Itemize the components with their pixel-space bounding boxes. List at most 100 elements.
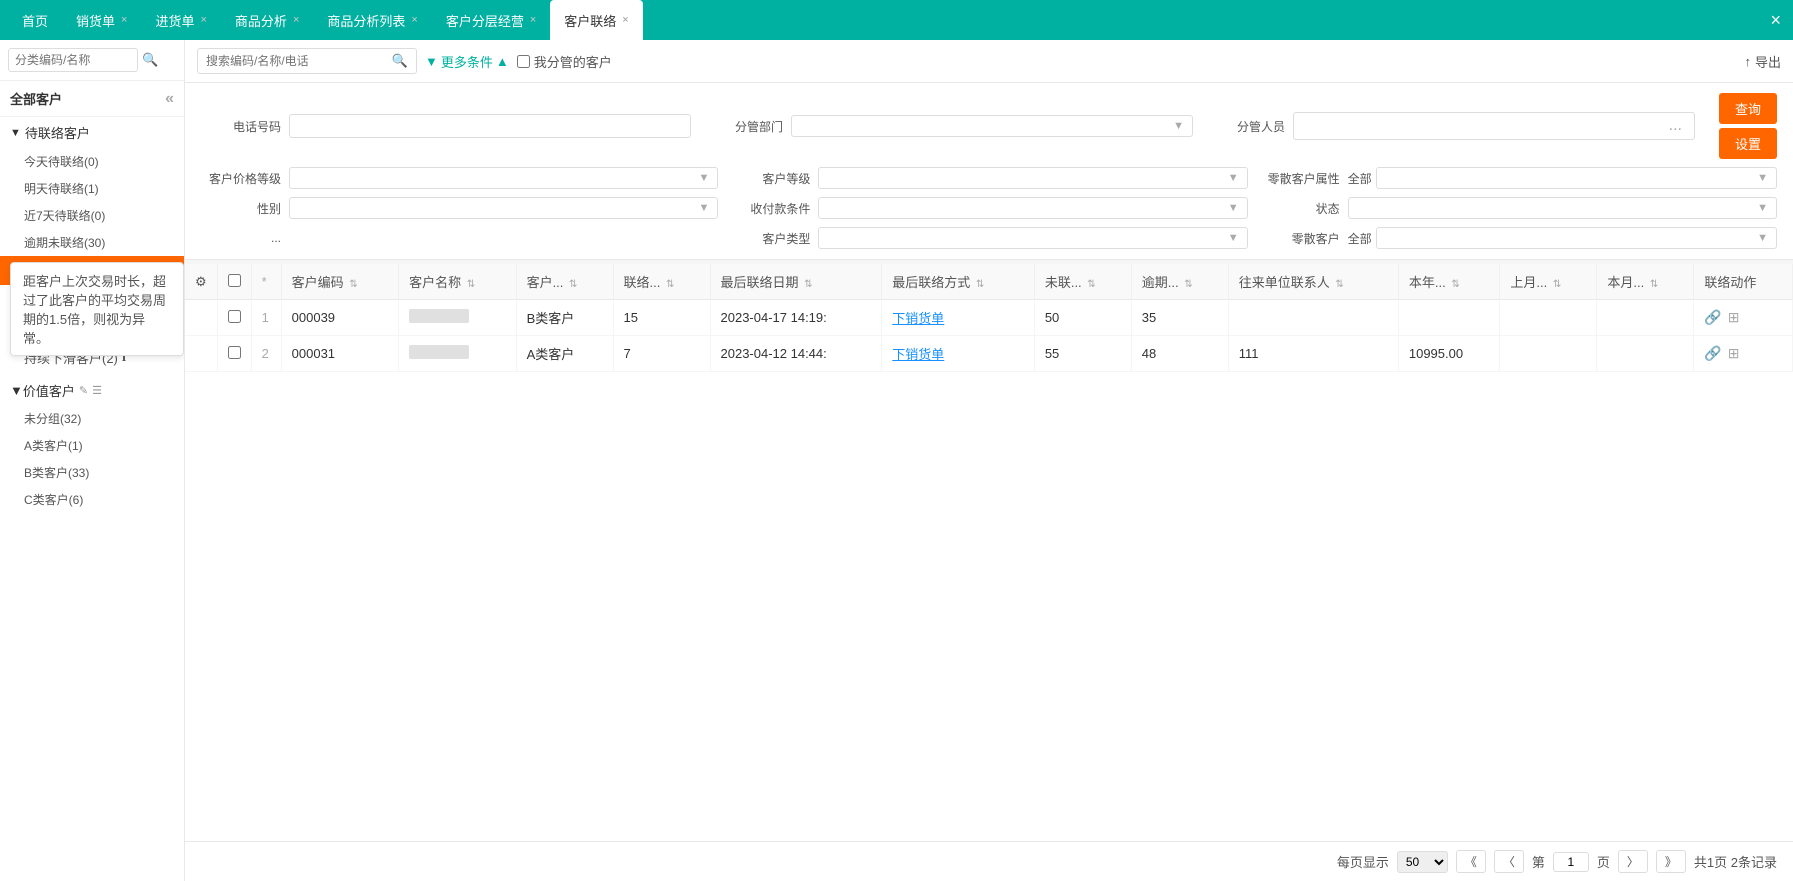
retail-attr-select[interactable]: ▼	[1376, 167, 1777, 189]
first-page-button[interactable]: 《	[1456, 850, 1486, 873]
contact-method-link[interactable]: 下销货单	[892, 311, 944, 326]
close-icon[interactable]: ×	[293, 14, 299, 26]
sort-icon: ⇅	[1184, 279, 1192, 290]
sidebar-item-7days[interactable]: 近7天待联络(0)	[0, 202, 184, 229]
export-button[interactable]: ↑ 导出	[1744, 52, 1781, 71]
page-number-input[interactable]	[1553, 852, 1589, 872]
col-this-month[interactable]: 本月... ⇅	[1597, 264, 1694, 300]
close-icon[interactable]: ×	[530, 14, 536, 26]
sidebar-item-b-class[interactable]: B类客户(33)	[0, 459, 184, 486]
retail-customer-select[interactable]: ▼	[1376, 227, 1777, 249]
customer-level-select[interactable]: ▼	[818, 167, 1247, 189]
col-last-contact-date[interactable]: 最后联络日期 ⇅	[710, 264, 882, 300]
col-actions: 联络动作	[1694, 264, 1793, 300]
close-icon[interactable]: ×	[622, 14, 628, 26]
col-settings[interactable]: ⚙	[185, 264, 217, 300]
chevron-down-icon: ▼	[1228, 172, 1239, 184]
cell-method: 下销货单	[882, 336, 1035, 372]
sidebar-item-unclassified[interactable]: 未分组(32)	[0, 405, 184, 432]
customer-type-select[interactable]: ▼	[818, 227, 1247, 249]
more-conditions-button[interactable]: ▼ 更多条件 ▲	[425, 52, 509, 71]
cell-settings	[185, 300, 217, 336]
nav-tab-product-analysis[interactable]: 商品分析 ×	[221, 0, 313, 40]
col-customer-code[interactable]: 客户编码 ⇅	[281, 264, 398, 300]
nav-tab-customer-tier[interactable]: 客户分层经营 ×	[432, 0, 550, 40]
nav-tab-customer-contact[interactable]: 客户联络 ×	[550, 0, 642, 40]
sidebar-search-input[interactable]	[8, 48, 138, 72]
sidebar-search-icon[interactable]: 🔍	[142, 52, 158, 68]
prev-page-button[interactable]: 〈	[1494, 850, 1524, 873]
my-customer-filter[interactable]: 我分管的客户	[517, 52, 612, 71]
close-icon[interactable]: ×	[121, 14, 127, 26]
grid-action-icon[interactable]: ⊞	[1728, 309, 1740, 326]
price-level-select[interactable]: ▼	[289, 167, 718, 189]
chevron-down-icon: ▼	[1228, 232, 1239, 244]
link-action-icon[interactable]: 🔗	[1704, 345, 1721, 362]
close-icon[interactable]: ×	[200, 14, 206, 26]
link-action-icon[interactable]: 🔗	[1704, 309, 1721, 326]
query-button[interactable]: 查询	[1719, 93, 1777, 124]
customer-table: ⚙ * 客户编码 ⇅ 客户名称 ⇅ 客户... ⇅ 联络... ⇅ 最后联络日期…	[185, 264, 1793, 372]
nav-tab-product-list[interactable]: 商品分析列表 ×	[313, 0, 431, 40]
next-page-button[interactable]: 〉	[1618, 850, 1648, 873]
row-checkbox[interactable]	[228, 346, 241, 359]
gender-select[interactable]: ▼	[289, 197, 718, 219]
col-contact[interactable]: 联络... ⇅	[613, 264, 710, 300]
sidebar-item-a-class[interactable]: A类客户(1)	[0, 432, 184, 459]
select-all-checkbox[interactable]	[228, 274, 241, 287]
col-linked-contact[interactable]: 往来单位联系人 ⇅	[1228, 264, 1398, 300]
col-last-month[interactable]: 上月... ⇅	[1500, 264, 1597, 300]
table-header-row: ⚙ * 客户编码 ⇅ 客户名称 ⇅ 客户... ⇅ 联络... ⇅ 最后联络日期…	[185, 264, 1793, 300]
filter-row-3: 性别 ▼ 收付款条件 ▼ 状态	[201, 197, 1777, 219]
value-customer-group: ▼ 价值客户 ✎ ☰ 未分组(32) A类客户(1) B类客户(33) C类客户…	[0, 376, 184, 513]
main-layout: 🔍 全部客户 « ▼ 待联络客户 今天待联络(0) 明天待联络(1) 近7天待联…	[0, 40, 1793, 881]
chevron-down-icon: ▼	[698, 202, 709, 214]
close-icon[interactable]: ×	[411, 14, 417, 26]
cell-name	[399, 336, 516, 372]
cell-overdue: 48	[1131, 336, 1228, 372]
chevron-down-icon: ▼	[1757, 202, 1768, 214]
status-select[interactable]: ▼	[1348, 197, 1777, 219]
sidebar-item-today[interactable]: 今天待联络(0)	[0, 148, 184, 175]
pending-contact-group-header[interactable]: ▼ 待联络客户	[0, 117, 184, 148]
sidebar-tree: ▼ 待联络客户 今天待联络(0) 明天待联络(1) 近7天待联络(0) 逾期未联…	[0, 117, 184, 881]
sidebar-collapse-icon[interactable]: «	[165, 90, 174, 108]
col-this-year[interactable]: 本年... ⇅	[1398, 264, 1500, 300]
add-icon[interactable]: ☰	[92, 384, 102, 397]
row-checkbox[interactable]	[228, 310, 241, 323]
sidebar-item-c-class[interactable]: C类客户(6)	[0, 486, 184, 513]
sidebar-item-tomorrow[interactable]: 明天待联络(1)	[0, 175, 184, 202]
table-row: 2 000031 A类客户 7 2023-04-12 14:44: 下销货单 5…	[185, 336, 1793, 372]
cell-type: B类客户	[516, 300, 613, 336]
pagination: 每页显示 50 100 200 《 〈 第 页 〉 》 共1页 2条记录	[185, 841, 1793, 881]
nav-tab-sales[interactable]: 销货单 ×	[62, 0, 141, 40]
gender-field: 性别 ▼	[201, 197, 718, 219]
col-customer-name[interactable]: 客户名称 ⇅	[399, 264, 516, 300]
main-search-input[interactable]	[206, 54, 392, 68]
col-customer-type[interactable]: 客户... ⇅	[516, 264, 613, 300]
nav-tab-home[interactable]: 首页	[8, 0, 62, 40]
page-size-select[interactable]: 50 100 200	[1397, 851, 1448, 873]
main-search-field[interactable]: 🔍	[197, 48, 417, 74]
window-close-icon[interactable]: ×	[1770, 10, 1781, 31]
settings-button[interactable]: 设置	[1719, 128, 1777, 159]
grid-action-icon[interactable]: ⊞	[1728, 345, 1740, 362]
col-last-contact-method[interactable]: 最后联络方式 ⇅	[882, 264, 1035, 300]
value-group-header[interactable]: ▼ 价值客户 ✎ ☰	[0, 376, 184, 405]
cell-linked	[1228, 300, 1398, 336]
department-select[interactable]: ▼	[791, 115, 1193, 137]
payment-select[interactable]: ▼	[818, 197, 1247, 219]
nav-tab-purchase[interactable]: 进货单 ×	[141, 0, 220, 40]
my-customer-checkbox[interactable]	[517, 55, 530, 68]
manager-select[interactable]: ...	[1293, 112, 1695, 140]
last-page-button[interactable]: 》	[1656, 850, 1686, 873]
phone-field: 电话号码	[201, 114, 691, 138]
col-uncontacted[interactable]: 未联... ⇅	[1034, 264, 1131, 300]
sidebar-item-overdue[interactable]: 逾期未联络(30)	[0, 229, 184, 256]
contact-method-link[interactable]: 下销货单	[892, 347, 944, 362]
col-overdue[interactable]: 逾期... ⇅	[1131, 264, 1228, 300]
tooltip-box: 距客户上次交易时长，超过了此客户的平均交易周期的1.5倍，则视为异常。	[10, 262, 184, 356]
ellipsis-icon[interactable]: ...	[1665, 117, 1686, 135]
phone-input[interactable]	[289, 114, 691, 138]
edit-icon[interactable]: ✎	[79, 384, 88, 397]
